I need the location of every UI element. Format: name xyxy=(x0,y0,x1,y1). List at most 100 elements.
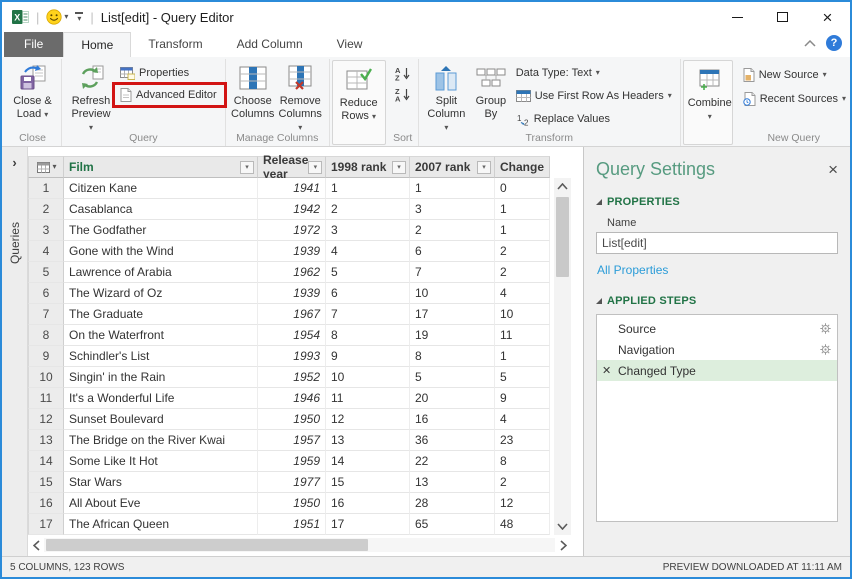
column-header[interactable]: Change ▾ xyxy=(495,156,550,178)
cell: Singin' in the Rain xyxy=(64,367,258,388)
sort-za-icon: Z A xyxy=(395,87,411,102)
cell: Casablanca xyxy=(64,199,258,220)
quick-access-customize-button[interactable]: ▾ xyxy=(75,12,83,23)
combine-button[interactable]: Combine ▾ xyxy=(688,63,732,125)
step-gear-icon[interactable] xyxy=(820,344,831,355)
filter-button[interactable]: ▾ xyxy=(240,161,254,174)
feedback-smiley-button[interactable]: ▾ xyxy=(46,9,68,25)
group-by-icon xyxy=(476,63,506,93)
chevron-down-icon: ▾ xyxy=(89,123,93,132)
recent-sources-button[interactable]: Recent Sources ▾ xyxy=(739,89,850,109)
tab-add-column[interactable]: Add Column xyxy=(220,32,320,57)
row-number: 8 xyxy=(28,325,64,346)
applied-step[interactable]: ✕ Navigation xyxy=(597,339,837,360)
column-header[interactable]: 2007 rank ▾ xyxy=(410,156,495,178)
filter-button[interactable]: ▾ xyxy=(477,161,491,174)
recent-sources-icon xyxy=(743,92,756,106)
replace-values-icon: 1 2 xyxy=(516,113,530,126)
vertical-scroll-thumb[interactable] xyxy=(556,197,569,277)
chevron-down-icon: ▾ xyxy=(44,110,48,119)
expand-queries-icon[interactable]: › xyxy=(12,155,16,170)
step-delete-icon[interactable]: ✕ xyxy=(602,364,618,377)
panel-close-icon[interactable]: × xyxy=(828,161,838,178)
cell: 7 xyxy=(326,304,410,325)
cell: 9 xyxy=(326,346,410,367)
cell: 28 xyxy=(410,493,495,514)
cell: Schindler's List xyxy=(64,346,258,367)
column-header[interactable]: 1998 rank ▾ xyxy=(326,156,410,178)
tab-home[interactable]: Home xyxy=(63,32,131,57)
cell: The African Queen xyxy=(64,514,258,535)
new-source-button[interactable]: New Source ▾ xyxy=(739,65,850,85)
table-row: 3 The Godfather 1972 3 2 1 xyxy=(28,220,571,241)
properties-button[interactable]: Properties xyxy=(116,63,221,83)
maximize-button[interactable] xyxy=(760,2,805,32)
filter-button[interactable]: ▾ xyxy=(392,161,406,174)
cell: 1977 xyxy=(258,472,326,493)
minimize-icon xyxy=(732,17,743,18)
scroll-down-icon[interactable] xyxy=(554,518,571,535)
cell: 10 xyxy=(326,367,410,388)
group-by-button[interactable]: Group By xyxy=(470,61,512,123)
row-number: 11 xyxy=(28,388,64,409)
help-button[interactable]: ? xyxy=(826,35,842,51)
queries-pane-label: Queries xyxy=(8,222,22,264)
query-name-input[interactable] xyxy=(596,232,838,254)
applied-steps-section-header[interactable]: APPLIED STEPS xyxy=(596,295,838,307)
advanced-editor-button[interactable]: Advanced Editor xyxy=(116,85,221,105)
table-body: 1 Citizen Kane 1941 1 1 0 2 Casablanca 1… xyxy=(28,178,571,535)
remove-columns-button[interactable]: Remove Columns ▾ xyxy=(276,61,325,136)
step-gear-icon[interactable] xyxy=(820,323,831,334)
replace-values-button[interactable]: 1 2 Replace Values xyxy=(512,109,676,129)
cell: 5 xyxy=(326,262,410,283)
cell: 1939 xyxy=(258,283,326,304)
table-row: 2 Casablanca 1942 2 3 1 xyxy=(28,199,571,220)
group-label-transform: Transform xyxy=(419,132,680,144)
reduce-rows-button[interactable]: Reduce Rows ▾ xyxy=(337,63,381,125)
applied-step[interactable]: ✕ Source xyxy=(597,318,837,339)
ribbon-group-combine: Combine ▾ xyxy=(683,60,733,145)
scroll-right-icon[interactable] xyxy=(555,537,571,553)
cell: It's a Wonderful Life xyxy=(64,388,258,409)
use-first-row-as-headers-button[interactable]: Use First Row As Headers ▾ xyxy=(512,86,676,106)
scroll-up-icon[interactable] xyxy=(554,178,571,195)
refresh-icon xyxy=(78,63,104,93)
filter-button[interactable]: ▾ xyxy=(308,161,322,174)
table-row: 7 The Graduate 1967 7 17 10 xyxy=(28,304,571,325)
tab-view[interactable]: View xyxy=(320,32,380,57)
tab-file[interactable]: File xyxy=(4,32,63,57)
collapse-ribbon-button[interactable] xyxy=(804,40,816,47)
refresh-preview-button[interactable]: Refresh Preview ▾ xyxy=(66,61,116,136)
cell: 1993 xyxy=(258,346,326,367)
cell: 19 xyxy=(410,325,495,346)
queries-pane-collapsed[interactable]: › Queries xyxy=(2,147,28,556)
choose-columns-button[interactable]: Choose Columns xyxy=(230,61,276,123)
cell: 15 xyxy=(326,472,410,493)
row-number: 4 xyxy=(28,241,64,262)
scroll-left-icon[interactable] xyxy=(28,537,44,553)
cell: 13 xyxy=(326,430,410,451)
horizontal-scroll-thumb[interactable] xyxy=(46,539,368,551)
smiley-icon xyxy=(46,9,62,25)
cell: 3 xyxy=(326,220,410,241)
close-and-load-button[interactable]: Close & Load ▾ xyxy=(8,61,57,123)
properties-section-header[interactable]: PROPERTIES xyxy=(596,196,838,208)
table-corner-menu[interactable]: ▾ xyxy=(28,156,64,178)
vertical-scrollbar[interactable] xyxy=(554,178,571,535)
data-type-button[interactable]: Data Type: Text ▾ xyxy=(512,63,676,83)
group-label-new-query: New Query xyxy=(735,132,852,144)
applied-step[interactable]: ✕ Changed Type xyxy=(597,360,837,381)
column-header[interactable]: Film ▾ xyxy=(64,156,258,178)
horizontal-scrollbar[interactable] xyxy=(28,537,571,553)
column-header[interactable]: Release year ▾ xyxy=(258,156,326,178)
all-properties-link[interactable]: All Properties xyxy=(597,263,668,277)
split-column-button[interactable]: Split Column ▾ xyxy=(423,61,470,136)
minimize-button[interactable] xyxy=(715,2,760,32)
close-button[interactable]: × xyxy=(805,2,850,32)
cell: 2 xyxy=(495,262,550,283)
sort-descending-button[interactable]: Z A xyxy=(392,85,414,103)
tab-transform[interactable]: Transform xyxy=(131,32,219,57)
chevron-down-icon: ▾ xyxy=(823,71,827,79)
sort-ascending-button[interactable]: A Z xyxy=(392,64,414,82)
table-row: 4 Gone with the Wind 1939 4 6 2 xyxy=(28,241,571,262)
